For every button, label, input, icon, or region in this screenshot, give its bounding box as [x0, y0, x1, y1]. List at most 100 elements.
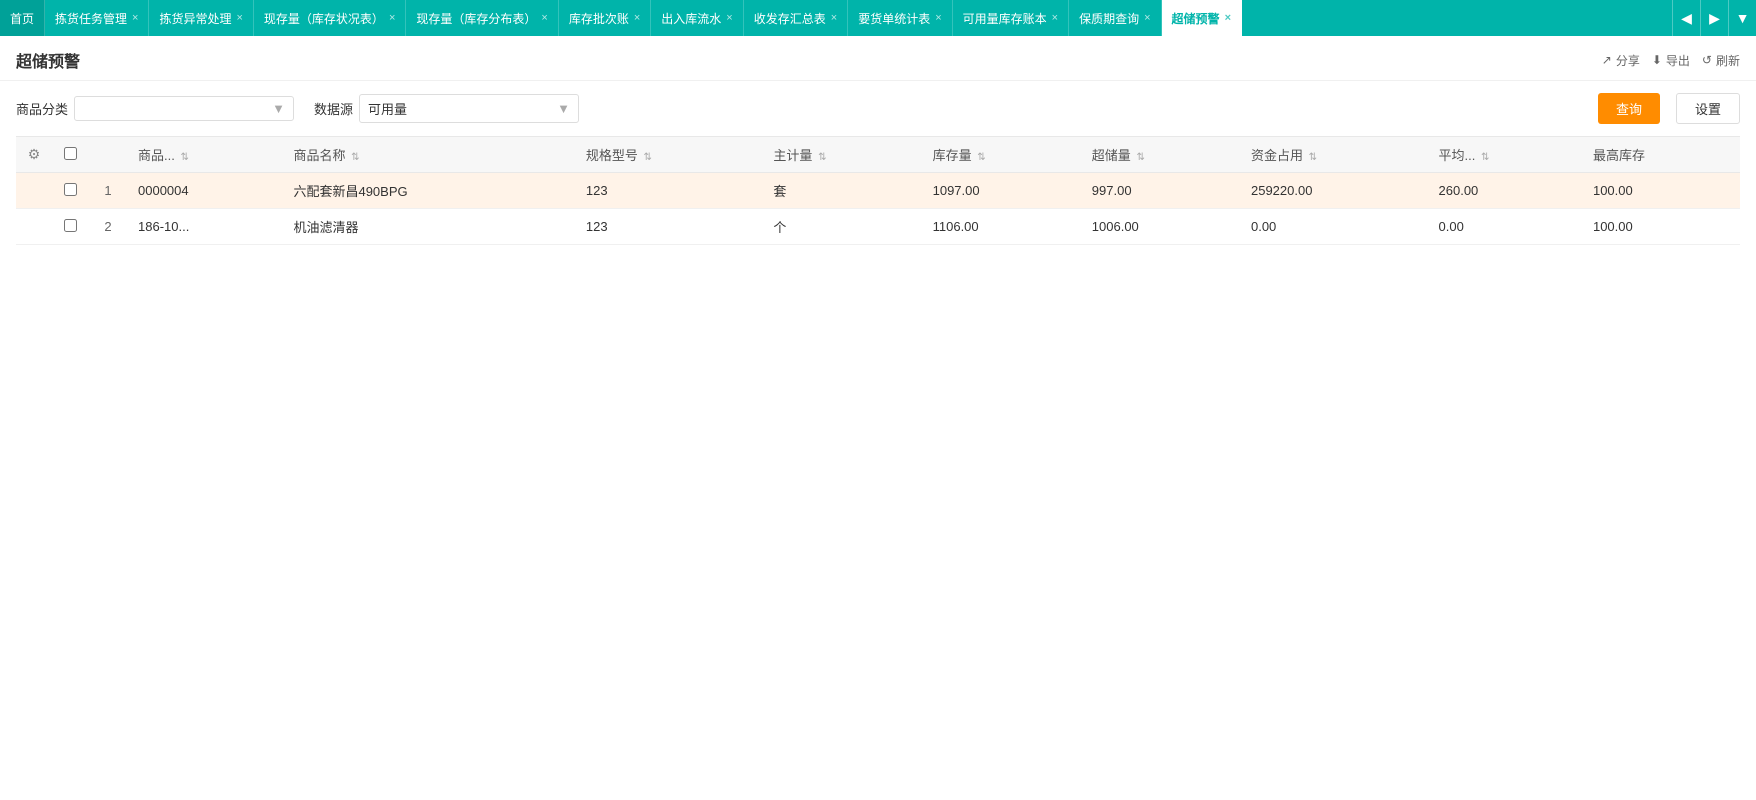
refresh-button[interactable]: ↺ 刷新	[1702, 52, 1740, 69]
row-inventory-1: 1106.00	[923, 209, 1082, 245]
col-product-name[interactable]: 商品名称 ⇅	[283, 137, 575, 173]
close-icon-available-ledger[interactable]: ×	[1052, 12, 1058, 24]
row-overstock-0: 997.00	[1082, 173, 1241, 209]
row-product-name-0: 六配套新昌490BPG	[283, 173, 575, 209]
nav-item-home[interactable]: 首页	[0, 0, 45, 36]
refresh-icon: ↺	[1702, 53, 1712, 67]
row-checkbox-cell-0	[52, 173, 88, 209]
close-icon-quality-check[interactable]: ×	[1144, 12, 1150, 24]
data-table: ⚙ 商品... ⇅ 商品名称 ⇅ 规格型号	[16, 136, 1740, 245]
nav-item-inventory-dist[interactable]: 现存量（库存分布表） ×	[406, 0, 558, 36]
nav-label-order-stats: 要货单统计表	[858, 10, 930, 27]
close-icon-task-mgmt[interactable]: ×	[132, 12, 138, 24]
datasource-select-value: 可用量	[368, 99, 407, 118]
row-product-name-1: 机油滤清器	[283, 209, 575, 245]
row-num-0: 1	[88, 173, 128, 209]
table-header-row: ⚙ 商品... ⇅ 商品名称 ⇅ 规格型号	[16, 137, 1740, 173]
settings-button[interactable]: 设置	[1676, 93, 1740, 124]
sort-icon-spec: ⇅	[644, 152, 652, 163]
row-gear-1	[16, 209, 52, 245]
col-spec[interactable]: 规格型号 ⇅	[576, 137, 764, 173]
share-label: 分享	[1616, 52, 1640, 69]
col-avg[interactable]: 平均... ⇅	[1429, 137, 1583, 173]
sort-icon-product-code: ⇅	[180, 152, 188, 163]
row-spec-0: 123	[576, 173, 764, 209]
col-overstock[interactable]: 超储量 ⇅	[1082, 137, 1241, 173]
filter-area: 商品分类 ▼ 数据源 可用量 ▼ 查询 设置	[0, 81, 1756, 136]
close-icon-inout-flow[interactable]: ×	[726, 12, 732, 24]
nav-label-overstock-warning: 超储预警	[1172, 10, 1220, 27]
header-actions: ↗ 分享 ⬇ 导出 ↺ 刷新	[1602, 52, 1740, 69]
close-icon-order-stats[interactable]: ×	[935, 12, 941, 24]
nav-right-arrow[interactable]: ▶	[1700, 0, 1728, 36]
row-spec-1: 123	[576, 209, 764, 245]
close-icon-inventory-status[interactable]: ×	[389, 12, 395, 24]
datasource-filter: 数据源 可用量 ▼	[314, 94, 579, 123]
close-icon-batch-account[interactable]: ×	[634, 12, 640, 24]
row-overstock-1: 1006.00	[1082, 209, 1241, 245]
col-checkbox-header	[52, 137, 88, 173]
row-product-code-0: 0000004	[128, 173, 283, 209]
nav-label-quality-check: 保质期查询	[1079, 10, 1139, 27]
sort-icon-inventory: ⇅	[977, 152, 985, 163]
row-max-stock-1: 100.00	[1583, 209, 1740, 245]
row-product-code-1: 186-10...	[128, 209, 283, 245]
page-title: 超储预警	[16, 48, 80, 72]
col-capital[interactable]: 资金占用 ⇅	[1241, 137, 1429, 173]
row-gear-0	[16, 173, 52, 209]
nav-label-inventory-status: 现存量（库存状况表）	[264, 10, 384, 27]
category-label: 商品分类	[16, 99, 68, 118]
select-all-checkbox[interactable]	[64, 147, 77, 160]
category-select[interactable]: ▼	[74, 96, 294, 121]
nav-item-task-mgmt[interactable]: 拣货任务管理 ×	[45, 0, 149, 36]
nav-label-batch-account: 库存批次账	[569, 10, 629, 27]
sort-icon-overstock: ⇅	[1136, 152, 1144, 163]
nav-item-order-stats[interactable]: 要货单统计表 ×	[848, 0, 952, 36]
nav-item-receive-summary[interactable]: 收发存汇总表 ×	[744, 0, 848, 36]
nav-item-quality-check[interactable]: 保质期查询 ×	[1069, 0, 1161, 36]
gear-icon[interactable]: ⚙	[28, 146, 41, 162]
export-icon: ⬇	[1652, 53, 1662, 67]
nav-label-task-mgmt: 拣货任务管理	[55, 10, 127, 27]
col-max-stock[interactable]: 最高库存	[1583, 137, 1740, 173]
nav-item-inout-flow[interactable]: 出入库流水 ×	[651, 0, 743, 36]
nav-item-available-ledger[interactable]: 可用量库存账本 ×	[953, 0, 1069, 36]
row-inventory-0: 1097.00	[923, 173, 1082, 209]
col-gear: ⚙	[16, 137, 52, 173]
row-capital-1: 0.00	[1241, 209, 1429, 245]
table-container: ⚙ 商品... ⇅ 商品名称 ⇅ 规格型号	[0, 136, 1756, 245]
page-header: 超储预警 ↗ 分享 ⬇ 导出 ↺ 刷新	[0, 36, 1756, 81]
datasource-select[interactable]: 可用量 ▼	[359, 94, 579, 123]
close-icon-receive-summary[interactable]: ×	[831, 12, 837, 24]
category-filter: 商品分类 ▼	[16, 96, 294, 121]
nav-bar: 首页 拣货任务管理 × 拣货异常处理 × 现存量（库存状况表） × 现存量（库存…	[0, 0, 1756, 36]
row-checkbox-1[interactable]	[64, 219, 77, 232]
close-icon-abnormal[interactable]: ×	[236, 12, 242, 24]
row-checkbox-cell-1	[52, 209, 88, 245]
nav-label-home: 首页	[10, 10, 34, 27]
col-inventory[interactable]: 库存量 ⇅	[923, 137, 1082, 173]
nav-item-batch-account[interactable]: 库存批次账 ×	[559, 0, 651, 36]
nav-label-inventory-dist: 现存量（库存分布表）	[416, 10, 536, 27]
nav-item-abnormal[interactable]: 拣货异常处理 ×	[149, 0, 253, 36]
row-unit-0: 套	[763, 173, 922, 209]
row-num-1: 2	[88, 209, 128, 245]
nav-menu-arrow[interactable]: ▼	[1728, 0, 1756, 36]
datasource-label: 数据源	[314, 99, 353, 118]
sort-icon-unit: ⇅	[818, 152, 826, 163]
query-button[interactable]: 查询	[1598, 93, 1660, 124]
col-unit[interactable]: 主计量 ⇅	[763, 137, 922, 173]
row-avg-1: 0.00	[1429, 209, 1583, 245]
nav-label-abnormal: 拣货异常处理	[159, 10, 231, 27]
row-checkbox-0[interactable]	[64, 183, 77, 196]
category-chevron-icon: ▼	[272, 101, 285, 116]
nav-item-overstock-warning[interactable]: 超储预警 ×	[1162, 0, 1242, 36]
share-button[interactable]: ↗ 分享	[1602, 52, 1640, 69]
export-button[interactable]: ⬇ 导出	[1652, 52, 1690, 69]
col-product-code[interactable]: 商品... ⇅	[128, 137, 283, 173]
close-icon-overstock-warning[interactable]: ×	[1225, 12, 1231, 24]
nav-item-inventory-status[interactable]: 现存量（库存状况表） ×	[254, 0, 406, 36]
nav-left-arrow[interactable]: ◀	[1672, 0, 1700, 36]
close-icon-inventory-dist[interactable]: ×	[541, 12, 547, 24]
page-content: 超储预警 ↗ 分享 ⬇ 导出 ↺ 刷新 商品分类 ▼ 数据源	[0, 36, 1756, 800]
